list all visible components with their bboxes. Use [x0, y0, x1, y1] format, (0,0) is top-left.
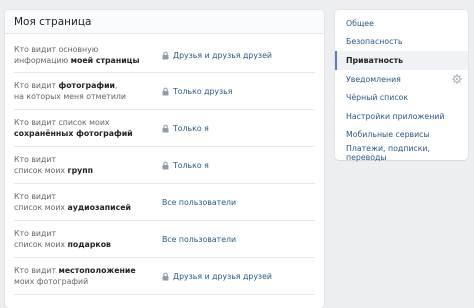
privacy-value-dropdown[interactable]: Только я [162, 124, 209, 133]
privacy-question: Кто видит список моих аудиозаписей [14, 192, 131, 212]
privacy-question: Кто видит основную информацию моей стран… [14, 45, 140, 65]
privacy-value-dropdown[interactable]: Друзья и друзья друзей [162, 272, 272, 281]
sidebar-item-payments[interactable]: Платежи, подписки, переводы [335, 144, 468, 163]
lock-icon [162, 161, 169, 169]
privacy-value-dropdown[interactable]: Только я [162, 161, 209, 170]
sidebar-item-security[interactable]: Безопасность [335, 33, 468, 52]
lock-icon [162, 87, 169, 95]
lock-icon [162, 124, 169, 132]
privacy-row-audio: Кто видит список моих аудиозаписей Все п… [14, 184, 315, 221]
privacy-panel: Моя страница Кто видит основную информац… [5, 10, 324, 308]
privacy-value-dropdown[interactable]: Все пользователи [162, 235, 236, 244]
privacy-question: Кто видит местоположение моих фотографий [14, 266, 136, 286]
privacy-question: Кто видит список моих групп [14, 155, 94, 175]
privacy-row-gifts: Кто видит список моих подарков Все польз… [14, 221, 315, 258]
privacy-row-saved-photos: Кто видит список моих сохранённых фотогр… [14, 110, 315, 147]
privacy-question: Кто видит фотографии, на которых меня от… [14, 81, 126, 101]
sidebar-item-general[interactable]: Общее [335, 14, 468, 33]
lock-icon [162, 51, 169, 59]
sidebar-item-mobile-services[interactable]: Мобильные сервисы [335, 126, 468, 145]
settings-sidebar: Общее Безопасность Приватность Уведомлен… [335, 10, 468, 163]
sidebar-item-privacy[interactable]: Приватность [335, 51, 468, 70]
page-title: Моя страница [14, 15, 92, 28]
sidebar-item-blacklist[interactable]: Чёрный список [335, 88, 468, 107]
privacy-row-main-info: Кто видит основную информацию моей стран… [14, 38, 315, 73]
privacy-row-photo-location: Кто видит местоположение моих фотографий… [14, 258, 315, 295]
privacy-question: Кто видит список моих сохранённых фотогр… [14, 118, 133, 138]
privacy-value-dropdown[interactable]: Только друзья [162, 87, 232, 96]
sidebar-item-notifications[interactable]: Уведомления [335, 70, 468, 89]
privacy-rows: Кто видит основную информацию моей стран… [5, 38, 324, 295]
sidebar-item-app-settings[interactable]: Настройки приложений [335, 107, 468, 126]
gear-icon[interactable] [452, 73, 462, 84]
privacy-row-tagged-photos: Кто видит фотографии, на которых меня от… [14, 73, 315, 110]
privacy-value-dropdown[interactable]: Друзья и друзья друзей [162, 51, 272, 60]
panel-header: Моя страница [5, 10, 324, 34]
privacy-question: Кто видит список моих подарков [14, 229, 111, 249]
privacy-row-groups: Кто видит список моих групп Только я [14, 147, 315, 184]
lock-icon [162, 272, 169, 280]
privacy-value-dropdown[interactable]: Все пользователи [162, 198, 236, 207]
